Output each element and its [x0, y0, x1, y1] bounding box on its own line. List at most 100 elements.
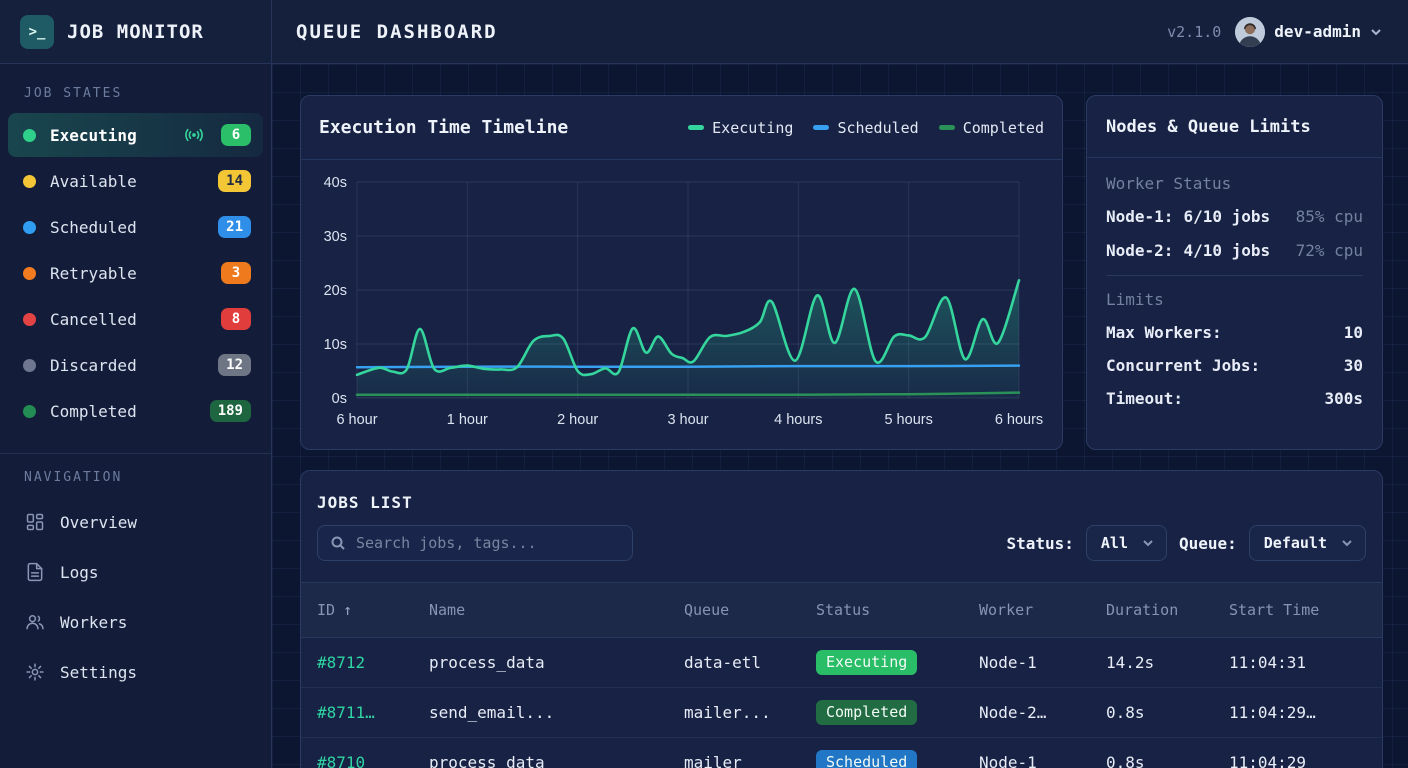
nav-label: Settings	[60, 662, 138, 682]
job-id-link[interactable]: #8710	[317, 753, 429, 768]
job-duration-cell: 14.2s	[1106, 653, 1155, 672]
node-jobs: 4/10 jobs	[1183, 241, 1271, 260]
svg-text:5 hours: 5 hours	[884, 412, 932, 428]
limit-row: Timeout: 300s	[1106, 389, 1363, 408]
status-badge: Executing	[816, 650, 918, 675]
state-count-badge: 14	[218, 170, 251, 192]
column-header-start-time[interactable]: Start Time	[1229, 601, 1382, 619]
svg-text:10s: 10s	[324, 337, 347, 353]
status-filter-select[interactable]: All	[1085, 525, 1167, 561]
terminal-icon: >_	[20, 14, 54, 49]
job-queue-cell: mailer...	[684, 703, 771, 722]
search-box	[317, 525, 633, 561]
sidebar: JOB STATES Executing 6 Available 14 Sche…	[0, 64, 272, 768]
svg-text:30s: 30s	[324, 229, 347, 245]
legend-dash-icon	[688, 125, 705, 130]
state-label: Completed	[50, 401, 137, 421]
chevron-down-icon	[1342, 540, 1352, 547]
svg-text:20s: 20s	[324, 283, 347, 299]
svg-text:6 hours: 6 hours	[995, 412, 1043, 428]
page-title: QUEUE DASHBOARD	[296, 20, 498, 43]
column-header-name[interactable]: Name	[429, 601, 684, 619]
sidebar-item-discarded[interactable]: Discarded 12	[8, 343, 263, 387]
sidebar-item-logs[interactable]: Logs	[0, 547, 271, 597]
sidebar-divider	[0, 453, 271, 454]
state-count-badge: 12	[218, 354, 251, 376]
legend-label: Executing	[712, 118, 794, 137]
job-duration-cell: 0.8s	[1106, 753, 1145, 768]
state-count-badge: 189	[209, 400, 251, 422]
node-cpu: 85% cpu	[1295, 207, 1363, 226]
limit-value: 300s	[1324, 389, 1363, 408]
state-label: Executing	[50, 125, 137, 145]
chevron-down-icon	[1143, 540, 1153, 547]
job-duration-cell: 0.8s	[1106, 703, 1145, 722]
job-id-link[interactable]: #8711…	[317, 703, 429, 722]
job-worker-cell: Node-1	[979, 653, 1037, 672]
column-header-id[interactable]: ID ↑	[317, 601, 429, 619]
workers-icon	[26, 615, 44, 630]
job-start-cell: 11:04:29…	[1229, 703, 1316, 722]
sidebar-item-overview[interactable]: Overview	[0, 497, 271, 547]
avatar	[1235, 16, 1266, 47]
search-input[interactable]	[356, 534, 620, 552]
sidebar-item-cancelled[interactable]: Cancelled 8	[8, 297, 263, 341]
nav-label: Logs	[60, 562, 99, 582]
job-worker-cell: Node-2…	[979, 703, 1047, 722]
state-label: Discarded	[50, 355, 137, 375]
table-row[interactable]: #8710 process_data mailer Scheduled Node…	[301, 738, 1382, 768]
legend-item-scheduled[interactable]: Scheduled	[813, 119, 919, 137]
legend-item-executing[interactable]: Executing	[688, 119, 793, 137]
column-header-worker[interactable]: Worker	[979, 601, 1106, 619]
status-badge: Completed	[816, 700, 918, 725]
sidebar-item-settings[interactable]: Settings	[0, 647, 271, 697]
state-label: Scheduled	[50, 217, 137, 237]
job-status-cell: Completed	[816, 700, 979, 725]
table-row[interactable]: #8712 process_data data-etl Executing No…	[301, 638, 1382, 688]
state-label: Available	[50, 171, 137, 191]
limit-value: 10	[1343, 323, 1363, 342]
svg-text:3 hour: 3 hour	[667, 412, 708, 428]
navigation-heading: NAVIGATION	[24, 470, 123, 485]
sidebar-item-scheduled[interactable]: Scheduled 21	[8, 205, 263, 249]
limit-value: 30	[1343, 356, 1363, 375]
sidebar-item-completed[interactable]: Completed 189	[8, 389, 263, 433]
logs-icon	[27, 562, 43, 582]
job-id-link[interactable]: #8712	[317, 653, 429, 672]
execution-timeline-card: Execution Time Timeline Executing Schedul…	[300, 95, 1063, 450]
sidebar-item-available[interactable]: Available 14	[8, 159, 263, 203]
queue-filter-select[interactable]: Default	[1248, 525, 1366, 561]
column-header-label: Worker	[979, 601, 1034, 619]
legend-dash-icon	[813, 125, 830, 130]
timeline-chart-svg: 0s 10s 20s 30s 40s 6 hour 1 hour 2 hour 3 hour 4 …	[324, 175, 1044, 428]
node-status-row: Node-2: 4/10 jobs 72% cpu	[1106, 241, 1363, 260]
limits-heading: Limits	[1106, 290, 1164, 309]
queue-filter-label: Queue:	[1178, 533, 1237, 553]
column-header-duration[interactable]: Duration	[1106, 601, 1229, 619]
table-row[interactable]: #8711… send_email... mailer... Completed…	[301, 688, 1382, 738]
legend-label: Completed	[962, 118, 1044, 137]
job-status-cell: Scheduled	[816, 750, 979, 768]
sidebar-item-workers[interactable]: Workers	[0, 597, 271, 647]
state-count-badge: 3	[221, 262, 251, 284]
user-menu[interactable]: dev-admin	[1235, 16, 1382, 47]
column-header-label: Queue	[684, 601, 730, 619]
user-name: dev-admin	[1274, 22, 1361, 41]
state-dot-icon	[23, 266, 36, 280]
chart-title: Execution Time Timeline	[319, 117, 569, 138]
queue-filter-value: Default	[1263, 534, 1327, 552]
column-header-queue[interactable]: Queue	[684, 601, 816, 619]
column-header-label: Duration	[1106, 601, 1179, 619]
jobs-list-card: JOBS LIST Status: All Queue: Default ID ↑…	[300, 470, 1383, 768]
limit-row: Max Workers: 10	[1106, 323, 1363, 342]
state-label: Retryable	[50, 263, 137, 283]
legend-dash-icon	[938, 125, 955, 130]
sidebar-item-executing[interactable]: Executing 6	[8, 113, 263, 157]
legend-item-completed[interactable]: Completed	[938, 118, 1044, 137]
job-start-cell: 11:04:29	[1229, 753, 1307, 768]
sidebar-item-retryable[interactable]: Retryable 3	[8, 251, 263, 295]
limit-label: Timeout:	[1106, 389, 1184, 408]
node-name: Node-1:	[1106, 207, 1174, 226]
chart-legend: Executing Scheduled Completed	[688, 119, 1044, 137]
column-header-status[interactable]: Status	[816, 601, 979, 619]
